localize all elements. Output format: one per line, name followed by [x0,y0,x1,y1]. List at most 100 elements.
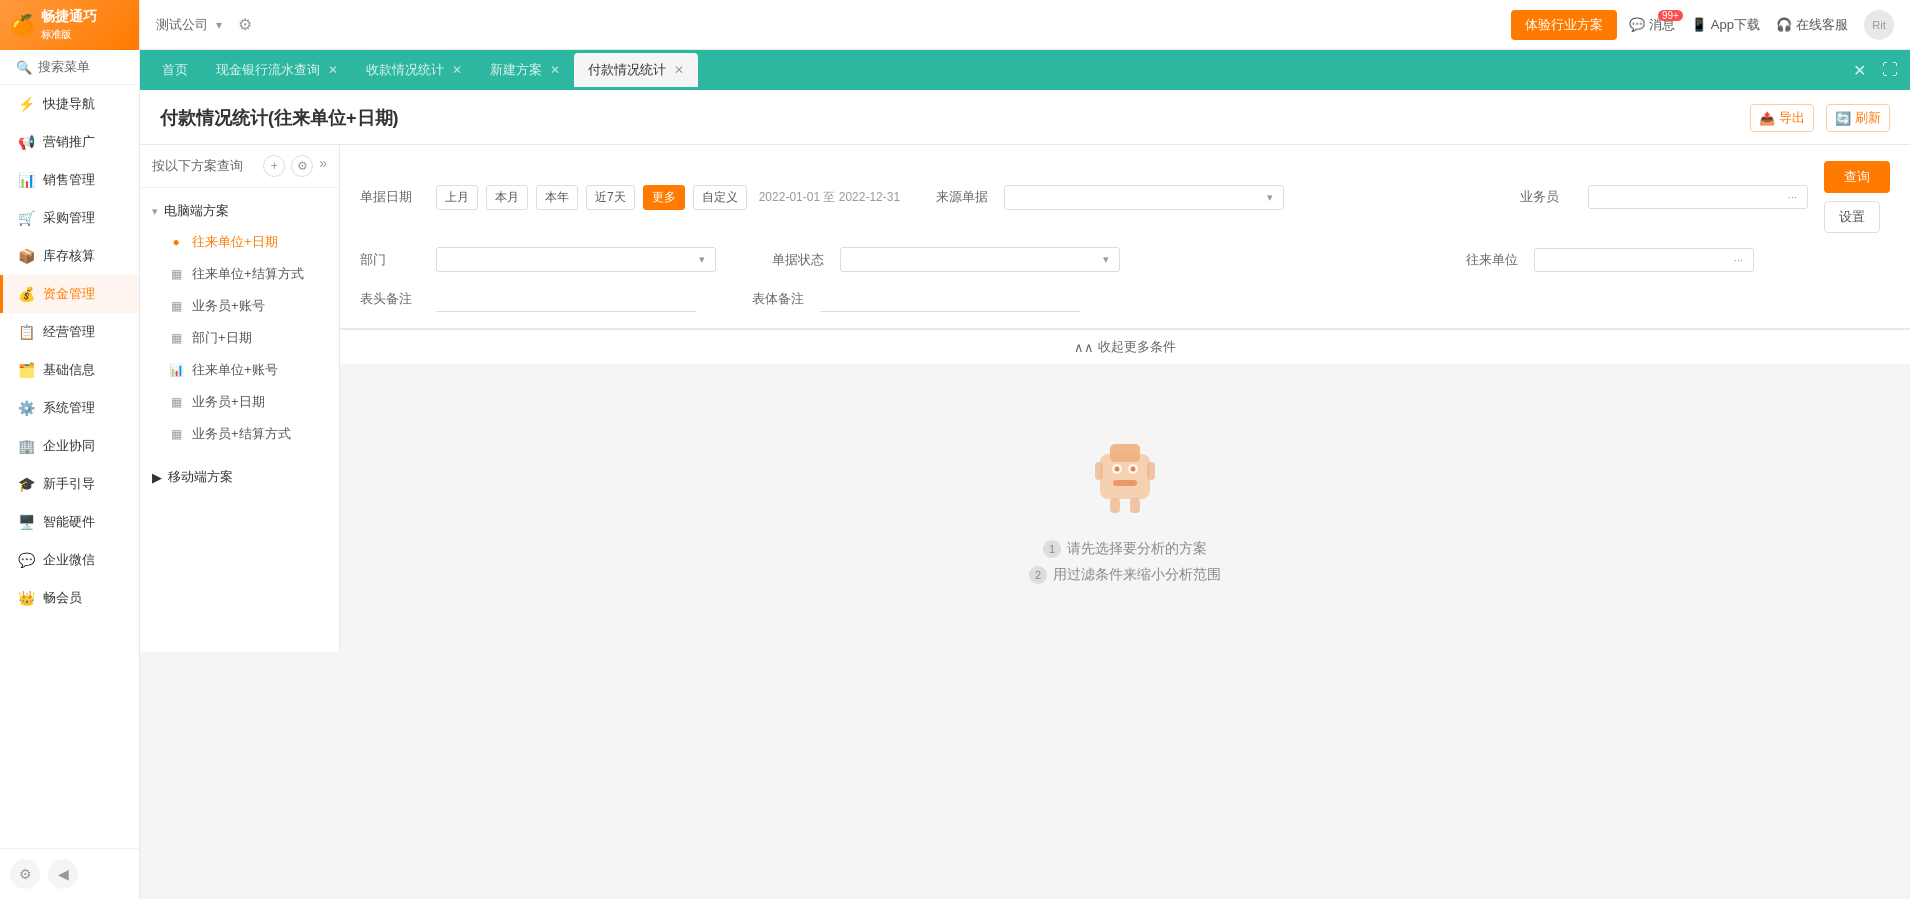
sidebar-item-inventory[interactable]: 📦 库存核算 [0,237,139,275]
scheme-item-dept-date[interactable]: ▦ 部门+日期 [140,322,339,354]
export-button[interactable]: 📤 导出 [1750,104,1814,132]
sidebar-item-label: 库存核算 [43,247,95,265]
tab-expand-btn[interactable]: ⛶ [1878,57,1902,83]
company-name: 测试公司 [156,16,208,34]
scheme-header-icons: + ⚙ » [263,155,327,177]
sidebar-item-marketing[interactable]: 📢 营销推广 [0,123,139,161]
online-support-btn[interactable]: 🎧 在线客服 [1776,16,1848,34]
scheme-item-partner-account[interactable]: 📊 往来单位+账号 [140,354,339,386]
sidebar-item-wechat[interactable]: 💬 企业微信 [0,541,139,579]
app-download-btn[interactable]: 📱 App下载 [1691,16,1760,34]
sidebar-item-system[interactable]: ⚙️ 系统管理 [0,389,139,427]
user-avatar[interactable]: Rit [1864,10,1894,40]
section-label: 移动端方案 [168,468,233,486]
salesperson-select[interactable]: ··· [1588,185,1808,209]
filter-row-3: 表头备注 表体备注 [360,286,1890,312]
sidebar-item-label: 经营管理 [43,323,95,341]
scheme-section-desktop-title[interactable]: ▾ 电脑端方案 [140,196,339,226]
scheme-settings-btn[interactable]: ⚙ [291,155,313,177]
date-btn-last-month[interactable]: 上月 [436,185,478,210]
date-btn-this-month[interactable]: 本月 [486,185,528,210]
scheme-section-mobile-title[interactable]: ▶ 移动端方案 [140,462,339,492]
sidebar-item-guide[interactable]: 🎓 新手引导 [0,465,139,503]
tab-receipt-stats[interactable]: 收款情况统计 ✕ [352,53,476,87]
sidebar-item-sales[interactable]: 📊 销售管理 [0,161,139,199]
basic-info-icon: 🗂️ [17,361,35,379]
scheme-section-desktop: ▾ 电脑端方案 ● 往来单位+日期 ▦ 往来单位+结算方式 ▦ 业务员+账号 [140,188,339,458]
sidebar-item-label: 销售管理 [43,171,95,189]
section-label: 电脑端方案 [164,202,229,220]
tab-close-icon[interactable]: ✕ [550,63,560,77]
tab-bank-flow[interactable]: 现金银行流水查询 ✕ [202,53,352,87]
right-content: 单据日期 上月 本月 本年 近7天 更多 自定义 2022-01-01 至 20… [340,145,1910,652]
sidebar-item-operations[interactable]: 📋 经营管理 [0,313,139,351]
page-title: 付款情况统计(往来单位+日期) [160,106,399,142]
scheme-item-salesperson-account[interactable]: ▦ 业务员+账号 [140,290,339,322]
sidebar-item-label: 采购管理 [43,209,95,227]
date-btn-more[interactable]: 更多 [643,185,685,210]
collapse-more-btn[interactable]: ∧∧ 收起更多条件 [340,329,1910,364]
sidebar-item-enterprise[interactable]: 🏢 企业协同 [0,427,139,465]
department-select[interactable]: ▾ [436,247,716,272]
scheme-collapse-btn[interactable]: » [319,155,327,177]
hint-1-text: 请先选择要分析的方案 [1067,540,1207,558]
sidebar-item-basic-info[interactable]: 🗂️ 基础信息 [0,351,139,389]
voucher-status-select[interactable]: ▾ [840,247,1120,272]
chevron-down-icon: ▾ [1103,253,1109,266]
notification-btn[interactable]: 💬 消息 99+ [1629,16,1675,34]
trial-button[interactable]: 体验行业方案 [1511,10,1617,40]
scheme-item-label: 业务员+结算方式 [192,425,291,443]
scheme-item-partner-date[interactable]: ● 往来单位+日期 [140,226,339,258]
marketing-icon: 📢 [17,133,35,151]
sidebar-collapse-btn[interactable]: ◀ [48,859,78,889]
tab-close-icon[interactable]: ✕ [674,63,684,77]
settings-small-button[interactable]: 设置 [1824,201,1880,233]
query-button[interactable]: 查询 [1824,161,1890,193]
tab-label: 现金银行流水查询 [216,61,320,79]
tab-close-icon[interactable]: ✕ [328,63,338,77]
tab-new-plan[interactable]: 新建方案 ✕ [476,53,574,87]
scheme-item-salesperson-date[interactable]: ▦ 业务员+日期 [140,386,339,418]
table-body-note-label: 表体备注 [752,290,812,308]
sidebar-item-membership[interactable]: 👑 畅会员 [0,579,139,617]
scheme-item-label: 往来单位+结算方式 [192,265,304,283]
refresh-button[interactable]: 🔄 刷新 [1826,104,1890,132]
scheme-panel-title: 按以下方案查询 [152,157,243,175]
settings-icon[interactable]: ⚙ [230,10,260,40]
table-body-note-input[interactable] [820,286,1080,312]
table-header-note-input[interactable] [436,286,696,312]
page-header: 付款情况统计(往来单位+日期) 📤 导出 🔄 刷新 [140,90,1910,145]
filter-date-options: 上月 本月 本年 近7天 更多 自定义 2022-01-01 至 2022-12… [436,185,900,210]
main-body: 按以下方案查询 + ⚙ » ▾ 电脑端方案 ● 往来单位+日期 [140,145,1910,652]
chevron-right-icon: ▶ [152,470,162,485]
sidebar-settings-btn[interactable]: ⚙ [10,859,40,889]
sidebar-item-label: 企业微信 [43,551,95,569]
sidebar-item-purchase[interactable]: 🛒 采购管理 [0,199,139,237]
main-area: 测试公司 ▾ ⚙ 体验行业方案 💬 消息 99+ 📱 App下载 🎧 在线客服 … [140,0,1910,899]
sidebar-item-hardware[interactable]: 🖥️ 智能硬件 [0,503,139,541]
scheme-add-btn[interactable]: + [263,155,285,177]
source-voucher-select[interactable]: ▾ [1004,185,1284,210]
sidebar-item-label: 智能硬件 [43,513,95,531]
svg-point-5 [1131,467,1136,472]
date-btn-custom[interactable]: 自定义 [693,185,747,210]
sidebar-item-finance[interactable]: 💰 资金管理 [0,275,139,313]
tab-payment-stats[interactable]: 付款情况统计 ✕ [574,53,698,87]
page-header-actions: 📤 导出 🔄 刷新 [1750,104,1890,144]
app-download-label: App下载 [1711,16,1760,34]
filter-section: 单据日期 上月 本月 本年 近7天 更多 自定义 2022-01-01 至 20… [340,145,1910,364]
date-btn-last-7-days[interactable]: 近7天 [586,185,635,210]
sidebar-item-quick-nav[interactable]: ⚡ 快捷导航 [0,85,139,123]
filter-row-2: 部门 ▾ 单据状态 ▾ [360,247,1890,272]
voucher-date-label: 单据日期 [360,188,420,206]
avatar-img: Rit [1864,10,1894,40]
tab-close-icon[interactable]: ✕ [452,63,462,77]
scheme-item-partner-settle[interactable]: ▦ 往来单位+结算方式 [140,258,339,290]
date-btn-this-year[interactable]: 本年 [536,185,578,210]
tab-home[interactable]: 首页 [148,53,202,87]
chart-icon: 📊 [168,362,184,378]
partner-select[interactable]: ··· [1534,248,1754,272]
scheme-item-salesperson-settle[interactable]: ▦ 业务员+结算方式 [140,418,339,450]
tab-close-all-btn[interactable]: ✕ [1849,57,1870,84]
sidebar-search[interactable]: 🔍 搜索菜单 [0,50,139,85]
